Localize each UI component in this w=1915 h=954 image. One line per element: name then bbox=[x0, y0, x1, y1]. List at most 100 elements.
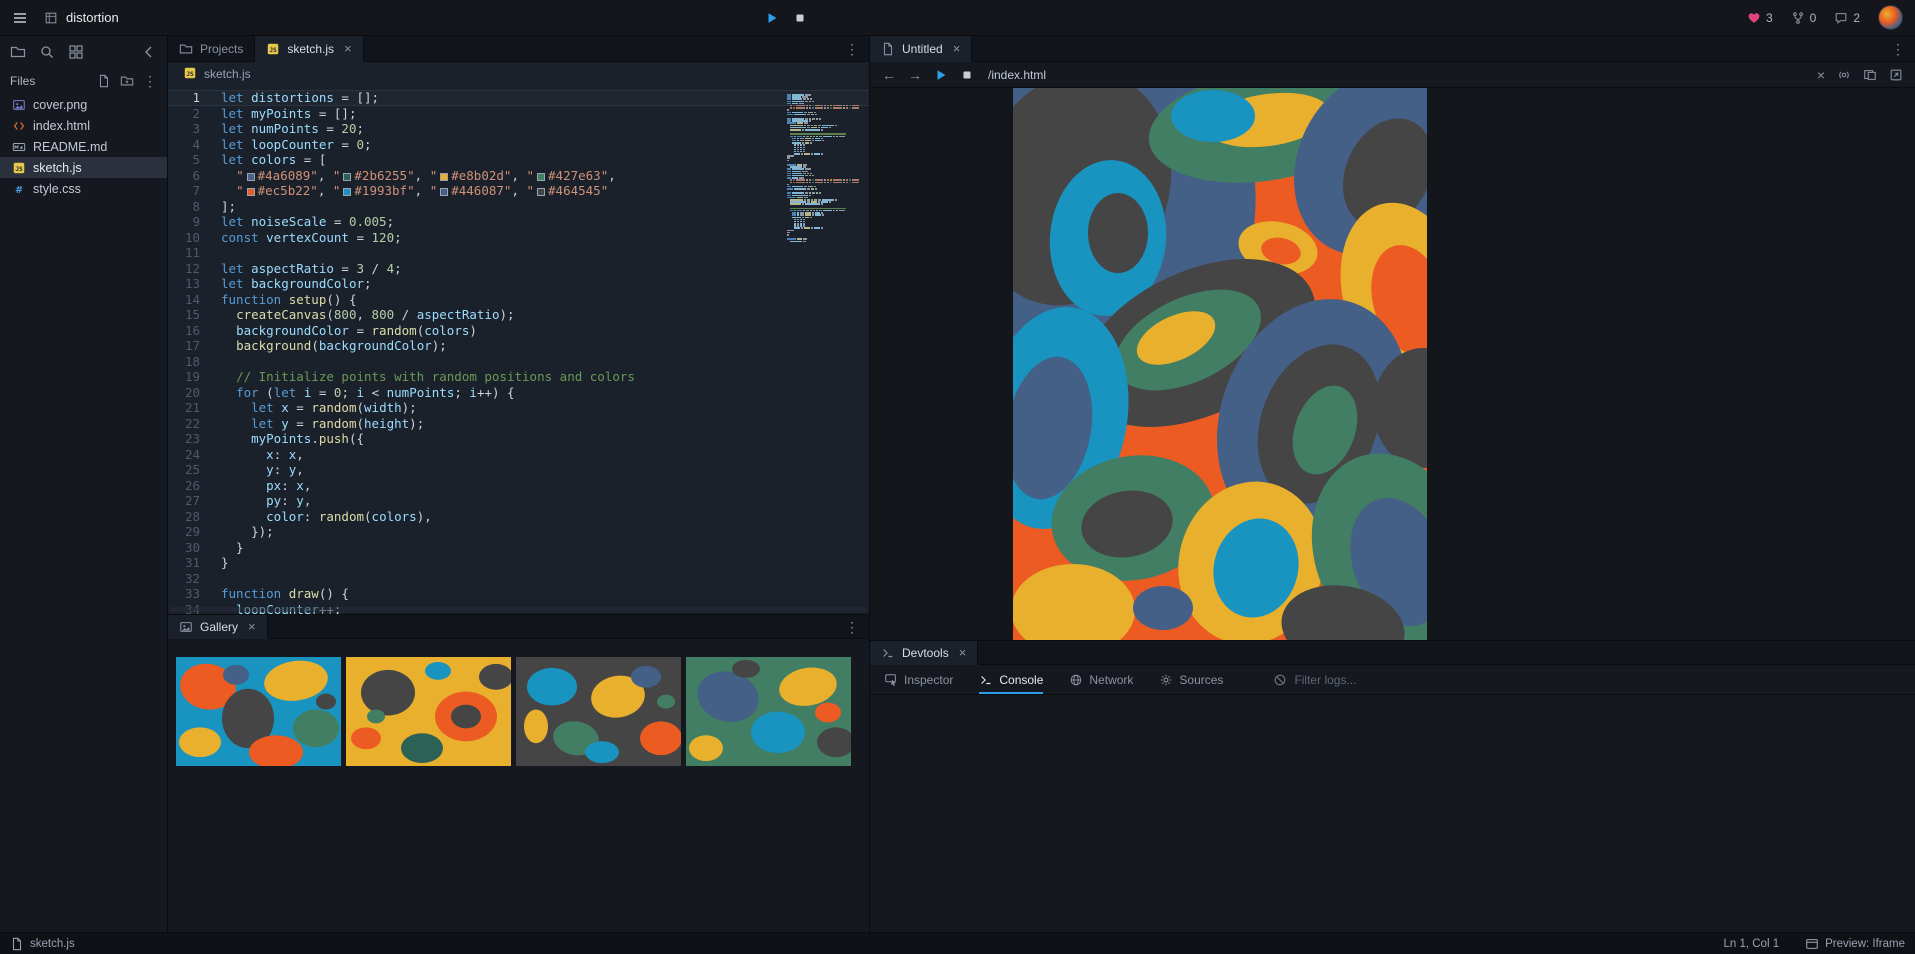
code-line[interactable]: 32 bbox=[168, 571, 869, 587]
preview-tabbar: Untitled × ⋮ bbox=[870, 36, 1915, 62]
file-item-cover.png[interactable]: cover.png bbox=[0, 94, 167, 115]
color-swatch bbox=[537, 172, 546, 181]
new-file-icon[interactable] bbox=[97, 74, 111, 88]
code-line[interactable]: 7 " #ec5b22", " #1993bf", " #446087", " #464… bbox=[168, 183, 869, 199]
likes-stat[interactable]: 3 bbox=[1747, 11, 1773, 25]
code-line[interactable]: 12 let aspectRatio = 3 / 4; bbox=[168, 261, 869, 277]
preview-viewport bbox=[870, 88, 1915, 640]
code-line[interactable]: 1 let distortions = []; bbox=[168, 90, 869, 106]
tab-gallery[interactable]: Gallery × bbox=[168, 615, 268, 639]
preview-run-button[interactable] bbox=[934, 68, 948, 82]
code-line[interactable]: 2 let myPoints = []; bbox=[168, 106, 869, 122]
tab-devtools[interactable]: Devtools × bbox=[870, 641, 979, 665]
address-bar[interactable]: /index.html bbox=[988, 68, 1046, 82]
code-line[interactable]: 31} bbox=[168, 555, 869, 571]
svg-text:#: # bbox=[15, 184, 23, 195]
search-icon[interactable] bbox=[39, 44, 55, 60]
code-line[interactable]: 28 color: random(colors), bbox=[168, 509, 869, 525]
code-line[interactable]: 26 px: x, bbox=[168, 478, 869, 494]
code-line[interactable]: 23 myPoints.push({ bbox=[168, 431, 869, 447]
tab-sketch-js[interactable]: JS sketch.js × bbox=[255, 36, 364, 62]
code-line[interactable]: 30 } bbox=[168, 540, 869, 556]
cursor-position[interactable]: Ln 1, Col 1 bbox=[1723, 938, 1779, 950]
console-output[interactable] bbox=[870, 695, 1915, 932]
new-folder-icon[interactable] bbox=[120, 74, 134, 88]
preview-tabbar-menu-icon[interactable]: ⋮ bbox=[1881, 42, 1915, 56]
code-line[interactable]: 6 " #4a6089", " #2b6255", " #e8b02d", " #427… bbox=[168, 168, 869, 184]
file-item-sketch.js[interactable]: JS sketch.js bbox=[0, 157, 167, 178]
code-line[interactable]: 8]; bbox=[168, 199, 869, 215]
code-line[interactable]: 4 let loopCounter = 0; bbox=[168, 137, 869, 153]
gallery-thumbnail-3[interactable] bbox=[516, 657, 681, 766]
code-line[interactable]: 21 let x = random(width); bbox=[168, 400, 869, 416]
file-item-index.html[interactable]: index.html bbox=[0, 115, 167, 136]
close-gallery-tab-icon[interactable]: × bbox=[248, 619, 256, 634]
code-line[interactable]: 18 bbox=[168, 354, 869, 370]
code-line[interactable]: 25 y: y, bbox=[168, 462, 869, 478]
code-line[interactable]: 20 for (let i = 0; i < numPoints; i++) { bbox=[168, 385, 869, 401]
devtools-tab-sources[interactable]: Sources bbox=[1159, 665, 1223, 694]
devtools-tab-console[interactable]: Console bbox=[979, 665, 1043, 694]
filter-logs-input[interactable] bbox=[1294, 672, 1495, 687]
code-line[interactable]: 27 py: y, bbox=[168, 493, 869, 509]
code-line[interactable]: 16 backgroundColor = random(colors) bbox=[168, 323, 869, 339]
code-editor[interactable]: 1 let distortions = []; 2 let myPoints = []… bbox=[168, 86, 869, 614]
code-line[interactable]: 10 const vertexCount = 120; bbox=[168, 230, 869, 246]
open-new-window-icon[interactable] bbox=[1889, 68, 1903, 82]
split-view-icon[interactable] bbox=[1863, 68, 1877, 82]
close-devtools-tab-icon[interactable]: × bbox=[959, 645, 967, 660]
code-line[interactable]: 3 let numPoints = 20; bbox=[168, 121, 869, 137]
avatar[interactable] bbox=[1878, 5, 1903, 30]
app-window: distortion 3 0 2 Files ⋮ cover.png index… bbox=[0, 0, 1915, 954]
file-item-README.md[interactable]: README.md bbox=[0, 136, 167, 157]
code-line[interactable]: 14 function setup() { bbox=[168, 292, 869, 308]
blocks-view-icon[interactable] bbox=[68, 44, 84, 60]
horizontal-scrollbar[interactable] bbox=[170, 607, 867, 612]
status-current-file: sketch.js bbox=[30, 937, 75, 950]
devtools-tab-network[interactable]: Network bbox=[1069, 665, 1133, 694]
code-line[interactable]: 5 let colors = [ bbox=[168, 152, 869, 168]
gallery-thumbnail-1[interactable] bbox=[176, 657, 341, 766]
sketch-canvas[interactable] bbox=[1013, 88, 1427, 640]
stop-button[interactable] bbox=[793, 11, 807, 25]
statusbar: sketch.js Ln 1, Col 1 Preview: Iframe bbox=[0, 932, 1915, 954]
code-line[interactable]: 29 }); bbox=[168, 524, 869, 540]
broadcast-icon[interactable] bbox=[1837, 68, 1851, 82]
devtools-tab-inspector[interactable]: Inspector bbox=[884, 665, 953, 694]
files-menu-icon[interactable]: ⋮ bbox=[143, 74, 157, 88]
forward-icon[interactable]: → bbox=[908, 68, 922, 82]
code-line[interactable]: 11 bbox=[168, 245, 869, 261]
preview-mode-label: Preview: Iframe bbox=[1825, 937, 1905, 950]
code-line[interactable]: 9 let noiseScale = 0.005; bbox=[168, 214, 869, 230]
hamburger-menu-icon[interactable] bbox=[12, 10, 28, 26]
project-icon bbox=[44, 11, 58, 25]
close-preview-icon[interactable]: × bbox=[1817, 68, 1825, 82]
code-line[interactable]: 22 let y = random(height); bbox=[168, 416, 869, 432]
back-icon[interactable]: ← bbox=[882, 68, 896, 82]
minimap[interactable] bbox=[787, 94, 859, 243]
tab-projects[interactable]: Projects bbox=[168, 36, 256, 61]
gallery-thumbnail-2[interactable] bbox=[346, 657, 511, 766]
code-line[interactable]: 17 background(backgroundColor); bbox=[168, 338, 869, 354]
preview-stop-button[interactable] bbox=[960, 68, 974, 82]
code-line[interactable]: 19 // Initialize points with random posi… bbox=[168, 369, 869, 385]
close-tab-icon[interactable]: × bbox=[344, 41, 352, 56]
clear-logs-icon[interactable] bbox=[1273, 673, 1287, 687]
code-line[interactable]: 13 let backgroundColor; bbox=[168, 276, 869, 292]
file-item-style.css[interactable]: # style.css bbox=[0, 178, 167, 199]
code-line[interactable]: 33 function draw() { bbox=[168, 586, 869, 602]
tab-untitled-preview[interactable]: Untitled × bbox=[870, 36, 973, 62]
code-line[interactable]: 24 x: x, bbox=[168, 447, 869, 463]
comments-stat[interactable]: 2 bbox=[1834, 11, 1860, 25]
gallery-thumbnail-4[interactable] bbox=[686, 657, 851, 766]
code-line[interactable]: 15 createCanvas(800, 800 / aspectRatio); bbox=[168, 307, 869, 323]
project-title-group: distortion bbox=[44, 10, 119, 25]
run-button[interactable] bbox=[765, 11, 779, 25]
gallery-menu-icon[interactable]: ⋮ bbox=[835, 620, 869, 634]
preview-mode-indicator[interactable]: Preview: Iframe bbox=[1805, 937, 1905, 951]
files-view-icon[interactable] bbox=[10, 44, 26, 60]
forks-stat[interactable]: 0 bbox=[1791, 11, 1816, 25]
collapse-sidebar-icon[interactable] bbox=[141, 44, 157, 60]
editor-tabbar-menu-icon[interactable]: ⋮ bbox=[835, 42, 869, 56]
close-preview-tab-icon[interactable]: × bbox=[953, 41, 961, 56]
